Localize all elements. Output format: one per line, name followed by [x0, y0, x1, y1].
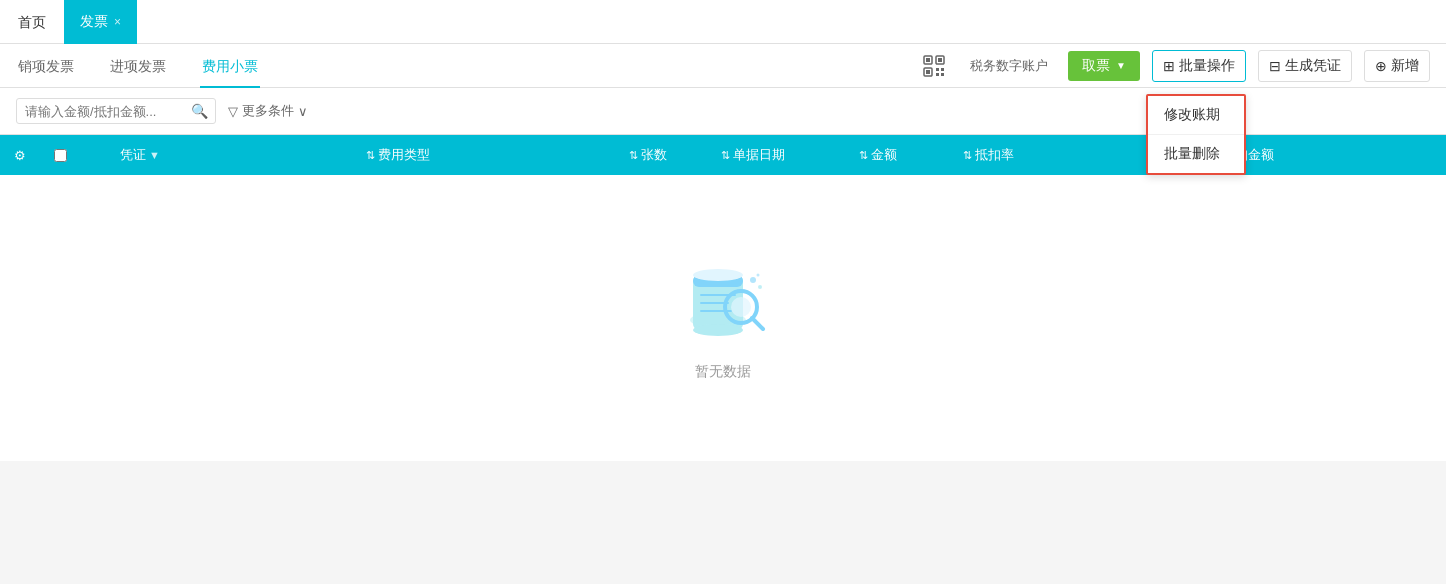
add-icon: ⊕ [1375, 58, 1387, 74]
sub-tabs-right: 税务数字账户 取票 ▼ ⊞ 批量操作 修改账期 批量删除 ⊟ 生成凭证 [918, 50, 1430, 82]
tab-expense[interactable]: 费用小票 [200, 44, 260, 88]
svg-rect-3 [938, 58, 942, 62]
batch-label: 批量操作 [1179, 57, 1235, 75]
nav-tab-close[interactable]: × [114, 15, 121, 29]
voucher-filter-icon[interactable]: ▼ [149, 149, 160, 161]
tax-account-btn[interactable]: 税务数字账户 [962, 57, 1056, 75]
th-checkbox[interactable] [40, 135, 80, 175]
th-expense-type: ⇅ 费用类型 ⇅ [200, 135, 608, 175]
batch-icon: ⊞ [1163, 58, 1175, 74]
svg-rect-8 [936, 73, 939, 76]
sort-icon-deduct-rate[interactable]: ⇅ [963, 149, 972, 162]
th-deduct-rate: ⇅ 抵扣率 [938, 135, 1038, 175]
svg-rect-7 [941, 68, 944, 71]
take-ticket-btn[interactable]: 取票 ▼ [1068, 51, 1140, 81]
table-container: ⚙ 凭证 ▼ ⇅ 费用类型 ⇅ ⇅ 张数 ⇅ 单据日期 ⇅ 金额 ⇅ 抵扣率 [0, 135, 1446, 461]
qr-svg [923, 55, 945, 77]
take-btn-label: 取票 [1082, 57, 1110, 75]
tab-sales[interactable]: 销项发票 [16, 44, 76, 88]
sort-icon-date[interactable]: ⇅ [721, 149, 730, 162]
svg-point-22 [758, 285, 762, 289]
nav-tab-invoice[interactable]: 发票 × [64, 0, 137, 44]
voucher-label: 生成凭证 [1285, 57, 1341, 75]
sort-icon-count[interactable]: ⇅ [629, 149, 638, 162]
svg-point-14 [693, 324, 743, 336]
top-nav: 首页 发票 × [0, 0, 1446, 44]
svg-rect-1 [926, 58, 930, 62]
generate-voucher-btn[interactable]: ⊟ 生成凭证 [1258, 50, 1352, 82]
batch-dropdown-menu: 修改账期 批量删除 [1146, 94, 1246, 175]
th-date: ⇅ 单据日期 [688, 135, 818, 175]
filter-arrow: ∨ [298, 104, 308, 119]
add-btn[interactable]: ⊕ 新增 [1364, 50, 1430, 82]
th-amount: ⇅ 金额 [818, 135, 938, 175]
svg-rect-6 [936, 68, 939, 71]
batch-operation-wrapper: ⊞ 批量操作 修改账期 批量删除 [1152, 50, 1246, 82]
nav-tab-label: 发票 [80, 13, 108, 31]
empty-illustration [663, 235, 783, 355]
dropdown-item-modify-period[interactable]: 修改账期 [1148, 96, 1244, 134]
qr-icon[interactable] [918, 50, 950, 82]
tab-purchase[interactable]: 进项发票 [108, 44, 168, 88]
settings-icon: ⚙ [14, 148, 26, 163]
search-input[interactable] [25, 104, 185, 119]
th-count: ⇅ 张数 [608, 135, 688, 175]
svg-point-23 [757, 274, 760, 277]
empty-text: 暂无数据 [695, 363, 751, 381]
th-settings[interactable]: ⚙ [0, 135, 40, 175]
select-all-checkbox[interactable] [54, 149, 67, 162]
svg-point-21 [750, 277, 756, 283]
batch-operation-btn[interactable]: ⊞ 批量操作 [1152, 50, 1246, 82]
nav-home[interactable]: 首页 [0, 0, 64, 44]
sort-icon-amount[interactable]: ⇅ [859, 149, 868, 162]
svg-point-13 [693, 269, 743, 281]
add-label: 新增 [1391, 57, 1419, 75]
filter-btn[interactable]: ▽ 更多条件 ∨ [228, 102, 308, 120]
voucher-icon: ⊟ [1269, 58, 1281, 74]
dropdown-item-batch-delete[interactable]: 批量删除 [1148, 134, 1244, 173]
search-icon[interactable]: 🔍 [191, 103, 208, 119]
th-voucher: 凭证 ▼ [80, 135, 200, 175]
sub-tabs-left: 销项发票 进项发票 费用小票 [16, 44, 260, 88]
svg-rect-5 [926, 70, 930, 74]
svg-rect-9 [941, 73, 944, 76]
sub-tabs-bar: 销项发票 进项发票 费用小票 税务数字账户 取 [0, 44, 1446, 88]
filter-label: 更多条件 [242, 102, 294, 120]
sort-icon-expense[interactable]: ⇅ [366, 149, 375, 162]
filter-icon: ▽ [228, 104, 238, 119]
search-box: 🔍 [16, 98, 216, 124]
svg-line-20 [752, 318, 763, 329]
take-btn-arrow: ▼ [1116, 60, 1126, 71]
svg-point-19 [731, 297, 751, 317]
empty-state: 暂无数据 [0, 175, 1446, 461]
